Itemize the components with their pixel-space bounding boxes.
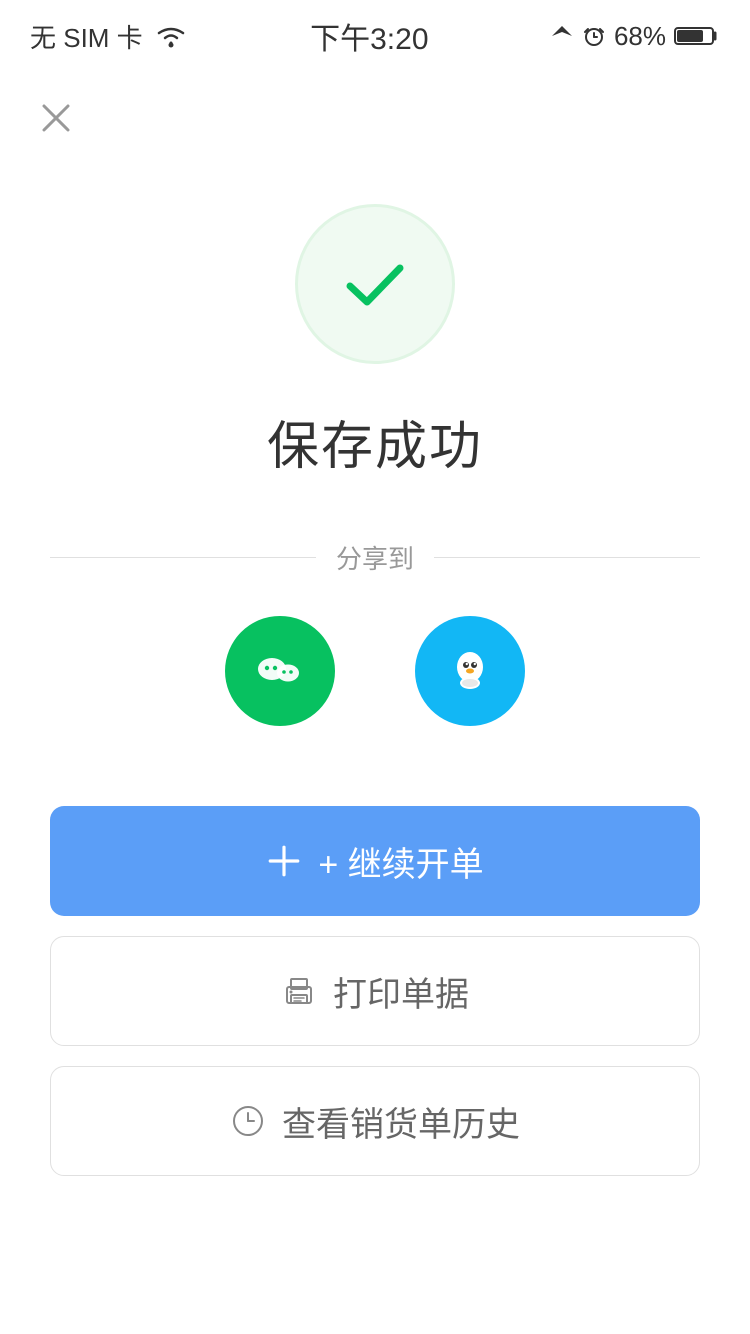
main-content: 保存成功 分享到 bbox=[0, 164, 750, 1176]
status-right: 68% bbox=[550, 21, 720, 52]
success-title: 保存成功 bbox=[267, 404, 483, 479]
wifi-icon bbox=[153, 23, 189, 49]
history-button[interactable]: 查看销货单历史 bbox=[50, 1066, 700, 1176]
status-bar: 无 SIM 卡 下午3:20 68% bbox=[0, 0, 750, 72]
print-button[interactable]: 打印单据 bbox=[50, 936, 700, 1046]
close-button[interactable] bbox=[20, 82, 92, 154]
battery-icon bbox=[674, 24, 720, 48]
status-left: 无 SIM 卡 bbox=[30, 18, 189, 55]
continue-label: + 继续开单 bbox=[318, 837, 483, 886]
alarm-icon bbox=[582, 24, 606, 48]
share-label: 分享到 bbox=[336, 539, 414, 576]
wechat-share-button[interactable] bbox=[225, 616, 335, 726]
status-time: 下午3:20 bbox=[310, 14, 428, 58]
history-icon bbox=[230, 1103, 266, 1139]
share-row bbox=[225, 616, 525, 726]
qq-share-button[interactable] bbox=[415, 616, 525, 726]
no-sim-text: 无 SIM 卡 bbox=[30, 18, 143, 55]
divider-line-right bbox=[434, 557, 700, 558]
history-label: 查看销货单历史 bbox=[282, 1097, 520, 1146]
battery-percent: 68% bbox=[614, 21, 666, 52]
action-buttons: + 继续开单 打印单据 查看销货单历史 bbox=[50, 806, 700, 1176]
share-divider: 分享到 bbox=[50, 539, 700, 576]
success-icon-circle bbox=[295, 204, 455, 364]
print-label: 打印单据 bbox=[333, 967, 469, 1016]
location-icon bbox=[550, 24, 574, 48]
divider-line-left bbox=[50, 557, 316, 558]
print-icon bbox=[281, 973, 317, 1009]
plus-icon bbox=[266, 843, 302, 879]
continue-button[interactable]: + 继续开单 bbox=[50, 806, 700, 916]
